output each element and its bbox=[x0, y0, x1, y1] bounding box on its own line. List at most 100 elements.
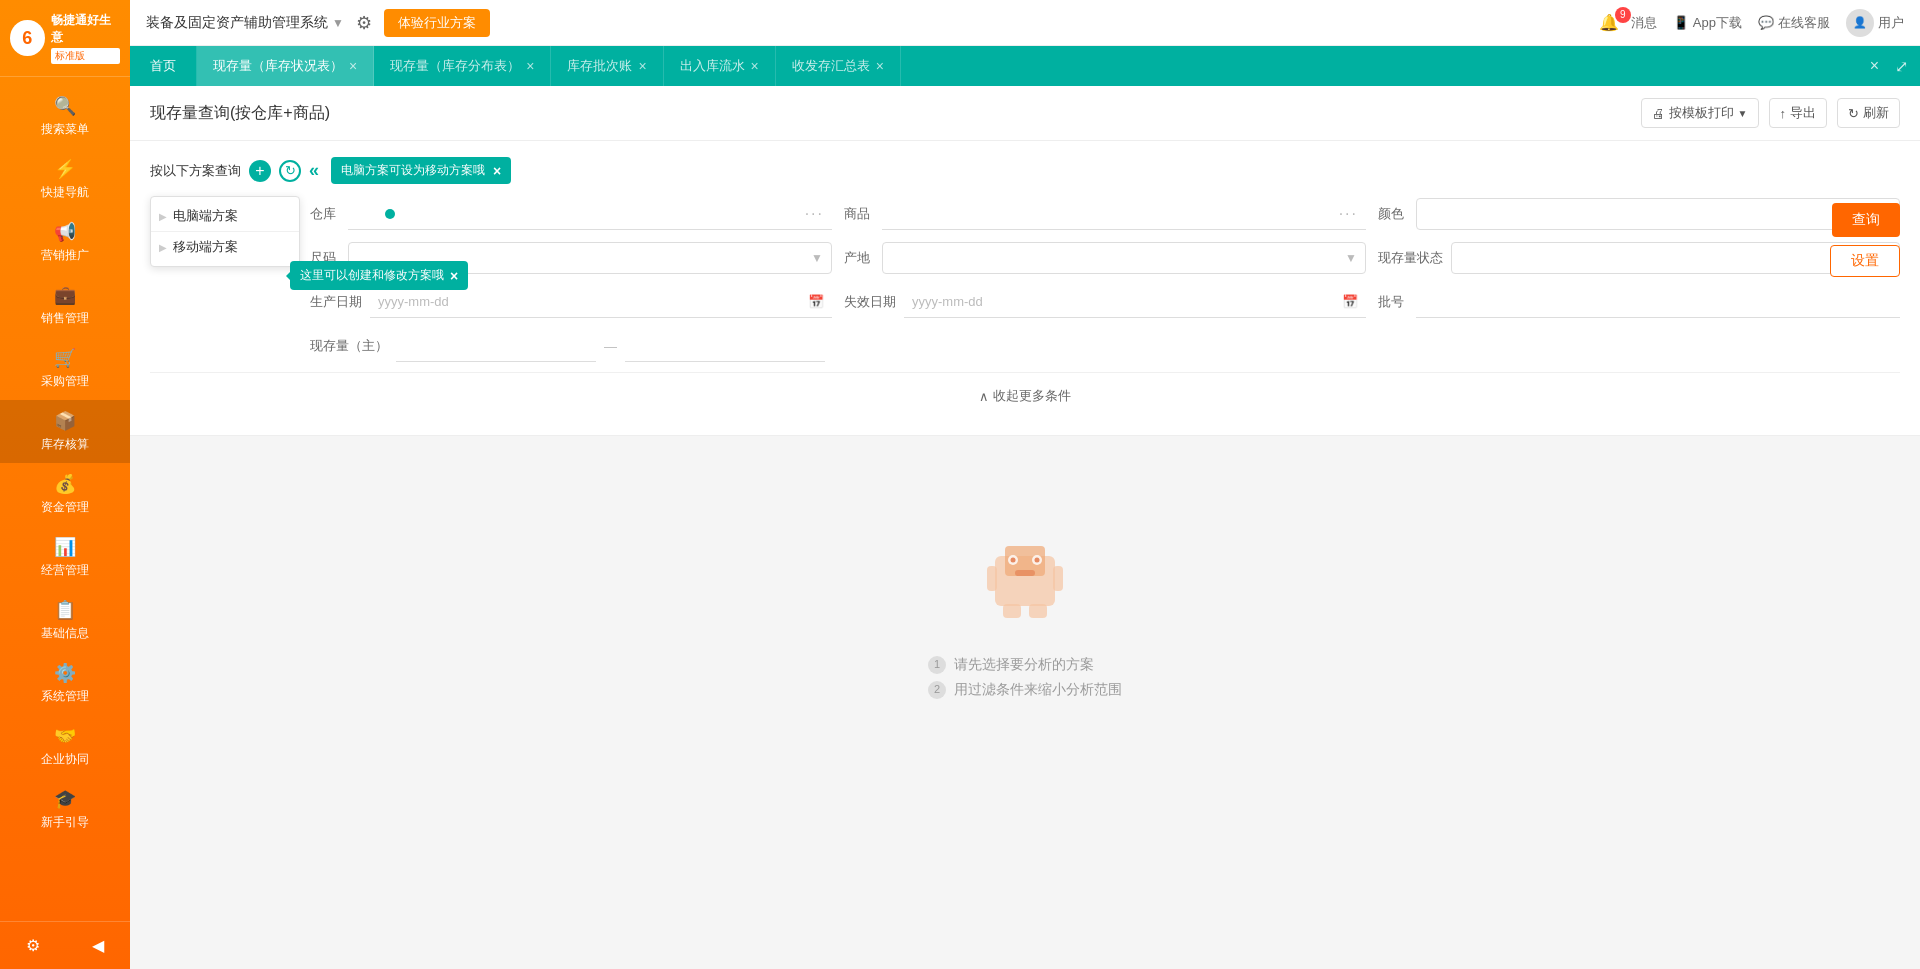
step-2-num: 2 bbox=[928, 681, 946, 699]
export-icon: ↑ bbox=[1780, 106, 1787, 121]
base-icon: 📋 bbox=[54, 599, 76, 621]
origin-select[interactable]: ▼ bbox=[882, 242, 1366, 274]
app-download-btn[interactable]: 📱 App下载 bbox=[1673, 14, 1742, 32]
tab-close-icon[interactable]: × bbox=[751, 59, 759, 73]
scheme-tooltip-text: 电脑方案可设为移动方案哦 bbox=[341, 162, 485, 179]
inventory-qty-to[interactable] bbox=[625, 330, 825, 362]
search-btn[interactable]: 查询 bbox=[1832, 203, 1900, 237]
sidebar-item-finance[interactable]: 💰 资金管理 bbox=[0, 463, 130, 526]
chevron-down-icon: ▼ bbox=[332, 16, 344, 30]
tab-batch-account[interactable]: 库存批次账 × bbox=[551, 46, 663, 86]
online-service-label: 在线客服 bbox=[1778, 14, 1830, 32]
online-service-btn[interactable]: 💬 在线客服 bbox=[1758, 14, 1830, 32]
collapse-btn[interactable]: ∧ 收起更多条件 bbox=[150, 379, 1900, 413]
filter-row-1: 仓库 ··· 商品 ··· 颜色 bbox=[310, 198, 1900, 230]
sidebar-item-enterprise[interactable]: 🤝 企业协同 bbox=[0, 715, 130, 778]
user-avatar-btn[interactable]: 👤 用户 bbox=[1846, 9, 1904, 37]
inventory-qty-from[interactable] bbox=[396, 330, 596, 362]
tab-close-icon[interactable]: × bbox=[526, 59, 534, 73]
collapse-sidebar-btn[interactable]: ◀ bbox=[88, 932, 108, 959]
sidebar-item-inventory[interactable]: 📦 库存核算 bbox=[0, 400, 130, 463]
industry-btn[interactable]: 体验行业方案 bbox=[384, 9, 490, 37]
tab-collect-summary[interactable]: 收发存汇总表 × bbox=[776, 46, 901, 86]
edit-tooltip-close[interactable]: × bbox=[450, 268, 458, 284]
notification-btn[interactable]: 🔔 9 9 消息 bbox=[1599, 13, 1657, 32]
goods-label: 商品 bbox=[844, 205, 874, 223]
sidebar-item-label: 企业协同 bbox=[41, 751, 89, 768]
sidebar-item-sales[interactable]: 💼 销售管理 bbox=[0, 274, 130, 337]
refresh-btn[interactable]: ↻ 刷新 bbox=[1837, 98, 1900, 128]
header-settings-icon[interactable]: ⚙ bbox=[356, 12, 372, 34]
print-btn[interactable]: 🖨 按模板打印 ▼ bbox=[1641, 98, 1759, 128]
color-select[interactable]: ▼ bbox=[1416, 198, 1900, 230]
finance-icon: 💰 bbox=[54, 473, 76, 495]
warehouse-label: 仓库 bbox=[310, 205, 340, 223]
sidebar-item-quick[interactable]: ⚡ 快捷导航 bbox=[0, 148, 130, 211]
tab-in-out-flow[interactable]: 出入库流水 × bbox=[664, 46, 776, 86]
svg-rect-9 bbox=[1003, 604, 1021, 618]
tab-close-icon[interactable]: × bbox=[876, 59, 884, 73]
scheme-item-mobile[interactable]: ▶ 移动端方案 bbox=[151, 234, 299, 260]
scheme-item-pc[interactable]: ▶ 电脑端方案 bbox=[151, 203, 299, 229]
production-date-label: 生产日期 bbox=[310, 293, 362, 311]
goods-input[interactable]: ··· bbox=[882, 198, 1366, 230]
export-btn[interactable]: ↑ 导出 bbox=[1769, 98, 1828, 128]
sidebar-item-operations[interactable]: 📊 经营管理 bbox=[0, 526, 130, 589]
avatar: 👤 bbox=[1846, 9, 1874, 37]
expire-date-placeholder: yyyy-mm-dd bbox=[912, 294, 983, 309]
tab-home[interactable]: 首页 bbox=[130, 46, 197, 86]
svg-point-5 bbox=[1035, 558, 1040, 563]
production-date-input[interactable]: yyyy-mm-dd 📅 bbox=[370, 286, 832, 318]
filter-header: 按以下方案查询 + ↻ « 电脑方案可设为移动方案哦 × bbox=[150, 157, 1900, 184]
sidebar-logo: 6 畅捷通好生意 标准版 bbox=[0, 0, 130, 77]
tab-expand-btn[interactable]: ⤢ bbox=[1891, 57, 1912, 76]
sidebar-item-system[interactable]: ⚙️ 系统管理 bbox=[0, 652, 130, 715]
color-label: 颜色 bbox=[1378, 205, 1408, 223]
page-title: 现存量查询(按仓库+商品) bbox=[150, 103, 330, 124]
scheme-tooltip-close[interactable]: × bbox=[493, 163, 501, 179]
collapse-label: 收起更多条件 bbox=[993, 387, 1071, 405]
tab-close-icon[interactable]: × bbox=[349, 59, 357, 73]
export-label: 导出 bbox=[1790, 104, 1816, 122]
settings-btn[interactable]: ⚙ bbox=[22, 932, 44, 959]
refresh-label: 刷新 bbox=[1863, 104, 1889, 122]
tab-inventory-dist[interactable]: 现存量（库存分布表） × bbox=[374, 46, 551, 86]
sidebar-item-purchase[interactable]: 🛒 采购管理 bbox=[0, 337, 130, 400]
sidebar-item-base[interactable]: 📋 基础信息 bbox=[0, 589, 130, 652]
filter-goods: 商品 ··· bbox=[844, 198, 1366, 230]
sidebar-item-label: 销售管理 bbox=[41, 310, 89, 327]
chevron-down-icon: ▼ bbox=[1738, 108, 1748, 119]
avatar-icon: 👤 bbox=[1853, 16, 1867, 29]
scheme-tooltip-wrapper: 电脑方案可设为移动方案哦 × bbox=[331, 157, 511, 184]
reset-btn[interactable]: 设置 bbox=[1830, 245, 1900, 277]
chevron-up-icon: ∧ bbox=[979, 389, 989, 404]
svg-rect-8 bbox=[1053, 566, 1063, 591]
logo-text: 畅捷通好生意 标准版 bbox=[51, 12, 120, 64]
printer-icon: 🖨 bbox=[1652, 106, 1665, 121]
expire-date-input[interactable]: yyyy-mm-dd 📅 bbox=[904, 286, 1366, 318]
tab-close-all-btn[interactable]: × bbox=[1866, 57, 1883, 75]
top-header: 装备及固定资产辅助管理系统 ▼ ⚙ 体验行业方案 🔔 9 9 消息 📱 App下… bbox=[130, 0, 1920, 46]
svg-rect-7 bbox=[987, 566, 997, 591]
warehouse-input[interactable]: ··· bbox=[348, 198, 832, 230]
sidebar-item-label: 快捷导航 bbox=[41, 184, 89, 201]
sidebar-item-marketing[interactable]: 📢 营销推广 bbox=[0, 211, 130, 274]
empty-step-1: 1 请先选择要分析的方案 bbox=[928, 652, 1122, 677]
tab-inventory-status[interactable]: 现存量（库存状况表） × bbox=[197, 46, 374, 86]
tab-close-icon[interactable]: × bbox=[638, 59, 646, 73]
page-header: 现存量查询(按仓库+商品) 🖨 按模板打印 ▼ ↑ 导出 ↻ 刷新 bbox=[130, 86, 1920, 141]
scheme-mobile-label: 移动端方案 bbox=[173, 238, 238, 256]
filter-label: 按以下方案查询 bbox=[150, 162, 241, 180]
logo-badge: 标准版 bbox=[51, 48, 120, 64]
filter-production-date: 生产日期 yyyy-mm-dd 📅 bbox=[310, 286, 832, 318]
sidebar-item-search[interactable]: 🔍 搜索菜单 bbox=[0, 85, 130, 148]
system-selector[interactable]: 装备及固定资产辅助管理系统 ▼ bbox=[146, 14, 344, 32]
chevron-right-icon: ▶ bbox=[159, 211, 167, 222]
filter-refresh-btn[interactable]: ↻ bbox=[279, 160, 301, 182]
enterprise-icon: 🤝 bbox=[54, 725, 76, 747]
filter-back-btn[interactable]: « bbox=[309, 160, 319, 181]
filter-add-btn[interactable]: + bbox=[249, 160, 271, 182]
sidebar-item-guide[interactable]: 🎓 新手引导 bbox=[0, 778, 130, 841]
batch-no-input[interactable] bbox=[1416, 286, 1900, 318]
sidebar-item-label: 系统管理 bbox=[41, 688, 89, 705]
